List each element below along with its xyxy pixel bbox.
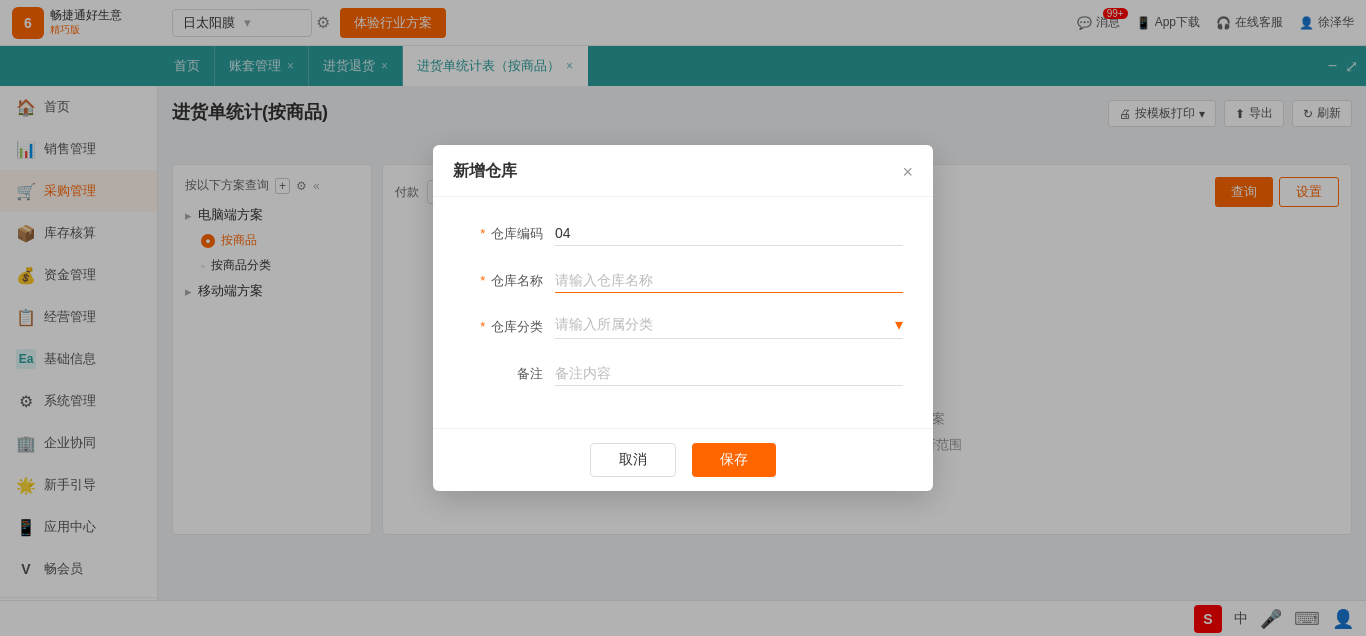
name-label: * 仓库名称 bbox=[463, 272, 543, 290]
category-dropdown-icon: ▾ bbox=[895, 315, 903, 334]
required-star-category: * bbox=[480, 319, 485, 334]
dialog-new-warehouse: 新增仓库 × * 仓库编码 * 仓库名称 bbox=[433, 145, 933, 491]
form-row-category: * 仓库分类 请输入所属分类 ▾ bbox=[463, 315, 903, 339]
modal-overlay: 新增仓库 × * 仓库编码 * 仓库名称 bbox=[0, 0, 1366, 636]
note-input[interactable] bbox=[555, 361, 903, 386]
cancel-btn[interactable]: 取消 bbox=[590, 443, 676, 477]
dialog-close-btn[interactable]: × bbox=[902, 163, 913, 181]
category-placeholder: 请输入所属分类 bbox=[555, 316, 653, 334]
required-star-code: * bbox=[480, 226, 485, 241]
dialog-footer: 取消 保存 bbox=[433, 428, 933, 491]
save-btn[interactable]: 保存 bbox=[692, 443, 776, 477]
name-input[interactable] bbox=[555, 268, 903, 293]
code-input[interactable] bbox=[555, 221, 903, 246]
dialog-title: 新增仓库 bbox=[453, 161, 517, 182]
category-label: * 仓库分类 bbox=[463, 318, 543, 336]
required-star-name: * bbox=[480, 273, 485, 288]
code-label: * 仓库编码 bbox=[463, 225, 543, 243]
dialog-header: 新增仓库 × bbox=[433, 145, 933, 197]
form-row-note: 备注 bbox=[463, 361, 903, 386]
form-row-name: * 仓库名称 bbox=[463, 268, 903, 293]
note-label: 备注 bbox=[463, 365, 543, 383]
dialog-body: * 仓库编码 * 仓库名称 * 仓库分类 请输入所属 bbox=[433, 197, 933, 428]
form-row-code: * 仓库编码 bbox=[463, 221, 903, 246]
category-select[interactable]: 请输入所属分类 ▾ bbox=[555, 315, 903, 339]
